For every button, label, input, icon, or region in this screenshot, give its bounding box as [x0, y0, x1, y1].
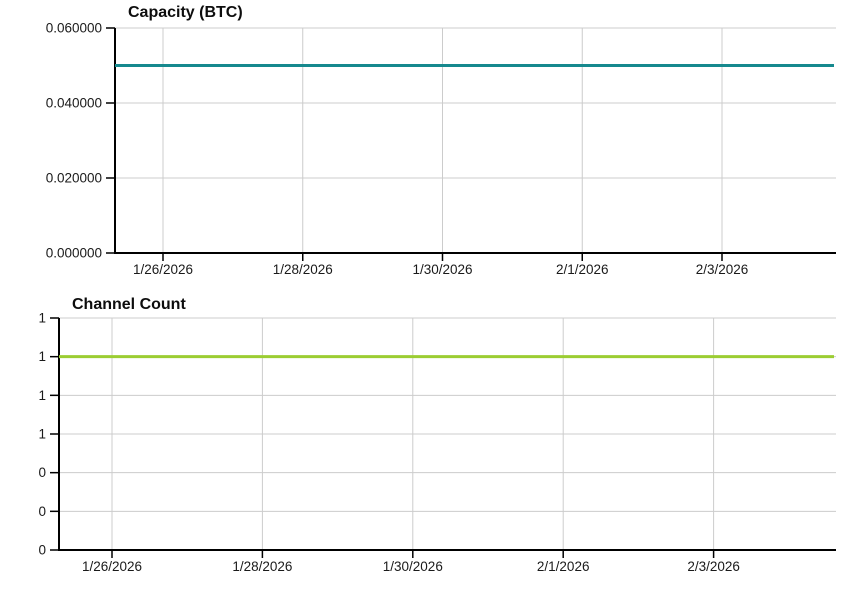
channel-count-x-tick-label: 2/3/2026 — [687, 559, 740, 574]
channel-count-x-tick-label: 1/30/2026 — [383, 559, 443, 574]
channel-count-x-tick-label: 1/26/2026 — [82, 559, 142, 574]
channel-count-chart-title: Channel Count — [72, 296, 186, 313]
channel-count-y-tick-label: 0 — [38, 543, 46, 558]
channel-count-x-tick-label: 1/28/2026 — [232, 559, 292, 574]
channel-count-y-tick-label: 0 — [38, 504, 46, 519]
capacity-btc-y-tick-label: 0.020000 — [46, 171, 102, 186]
channel-count-y-tick-label: 1 — [38, 349, 46, 364]
channel-count-x-tick-label: 2/1/2026 — [537, 559, 590, 574]
channel-count-y-tick-label: 1 — [38, 427, 46, 442]
capacity-btc-y-tick-label: 0.000000 — [46, 246, 102, 261]
capacity-btc-x-tick-label: 1/30/2026 — [412, 262, 472, 277]
capacity-btc-x-tick-label: 2/3/2026 — [696, 262, 749, 277]
capacity-btc-y-tick-label: 0.060000 — [46, 21, 102, 36]
channel-count-y-tick-label: 1 — [38, 311, 46, 326]
channel-count-y-tick-label: 0 — [38, 465, 46, 480]
node-charts-dashboard: Capacity (BTC) Channel Count 1/26/2026 1/… — [0, 0, 860, 600]
capacity-btc-x-tick-label: 1/28/2026 — [273, 262, 333, 277]
capacity-btc-x-tick-label: 1/26/2026 — [133, 262, 193, 277]
capacity-btc-y-tick-label: 0.040000 — [46, 96, 102, 111]
capacity-chart-title: Capacity (BTC) — [128, 4, 243, 21]
channel-count-y-tick-label: 1 — [38, 388, 46, 403]
capacity-btc-x-tick-label: 2/1/2026 — [556, 262, 609, 277]
